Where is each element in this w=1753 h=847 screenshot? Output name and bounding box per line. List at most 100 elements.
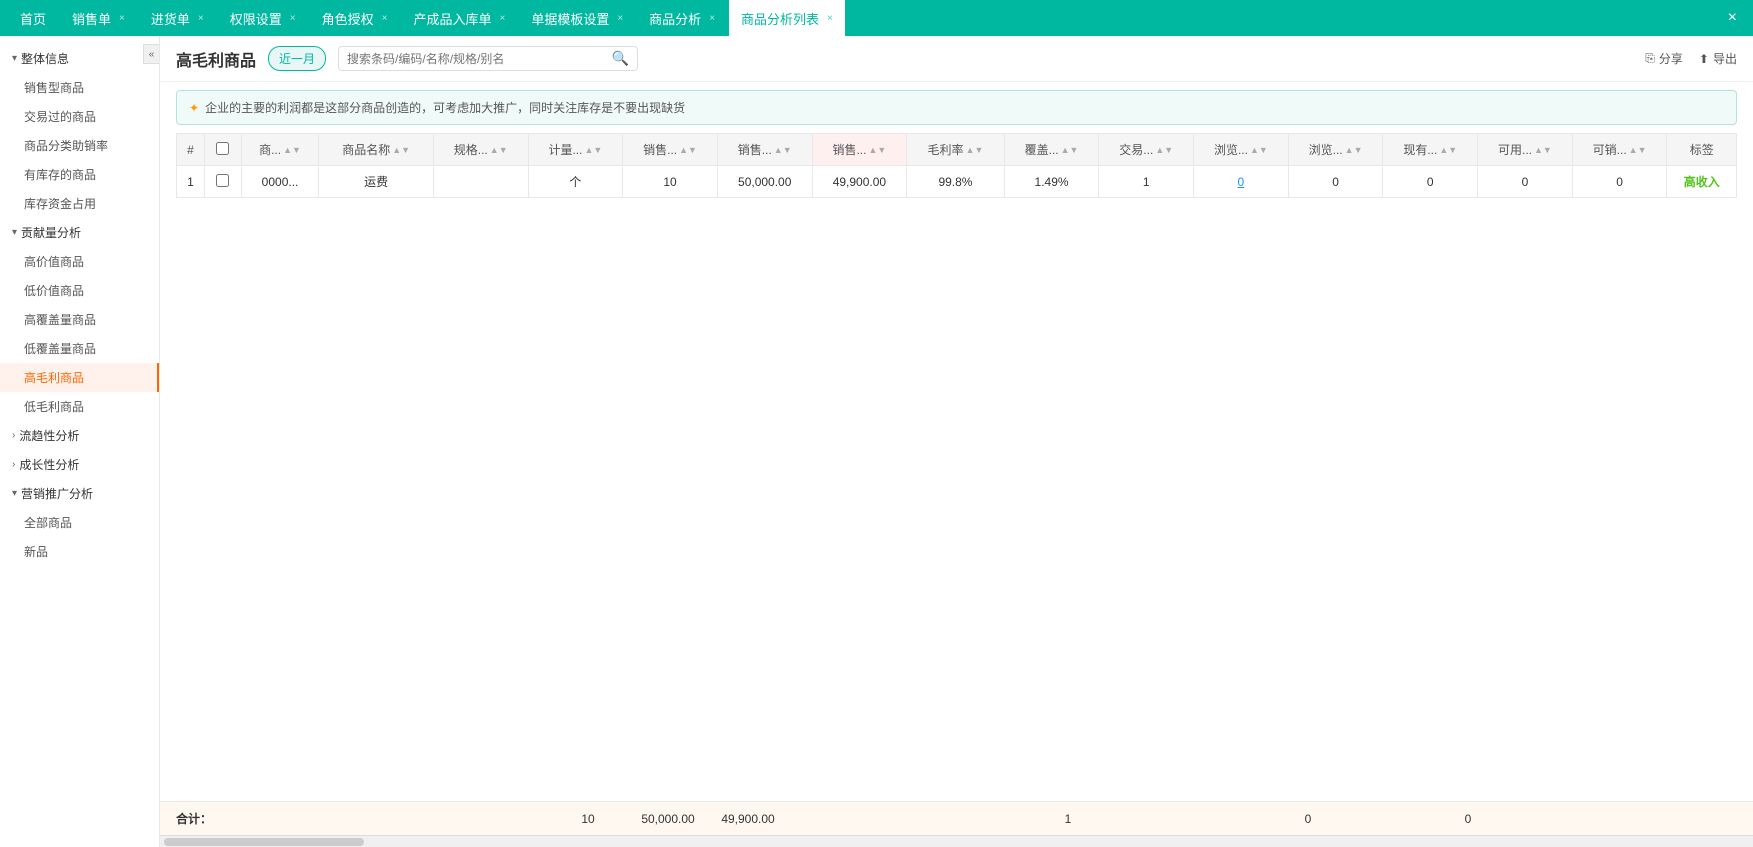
col-browse1-sort-icon: ▲▼ (1250, 145, 1268, 155)
nav-roles[interactable]: 角色授权 × (310, 0, 400, 36)
share-icon: ⎘ (1645, 51, 1655, 66)
filter-recent-month-button[interactable]: 近一月 (268, 46, 326, 71)
nav-product-analysis-close[interactable]: × (709, 13, 715, 24)
col-sales-profit[interactable]: 销售... ▲▼ (812, 134, 907, 166)
export-icon: ⬆ (1699, 52, 1709, 66)
sidebar-group-overall[interactable]: ▾ 整体信息 (0, 44, 159, 73)
col-sales-qty[interactable]: 销售... ▲▼ (623, 134, 718, 166)
sidebar-item-low-coverage[interactable]: 低覆盖量商品 (0, 334, 159, 363)
sidebar-item-low-value[interactable]: 低价值商品 (0, 276, 159, 305)
sidebar-item-high-margin[interactable]: 高毛利商品 (0, 363, 159, 392)
browse1-link[interactable]: 0 (1238, 175, 1245, 189)
window-close-button[interactable]: × (1720, 9, 1745, 27)
sidebar-item-high-coverage[interactable]: 高覆盖量商品 (0, 305, 159, 334)
col-browse1[interactable]: 浏览... ▲▼ (1194, 134, 1289, 166)
table-row: 1 0000... 运费 个 10 50,000.00 49,900.00 99… (177, 166, 1737, 198)
col-sellable-stock-sort-icon: ▲▼ (1629, 145, 1647, 155)
col-available-stock[interactable]: 可用... ▲▼ (1478, 134, 1573, 166)
col-transactions[interactable]: 交易... ▲▼ (1099, 134, 1194, 166)
row-sales-amount: 50,000.00 (717, 166, 812, 198)
col-sales-amount-sort-icon: ▲▼ (774, 145, 792, 155)
search-box: 🔍 (338, 46, 638, 71)
sidebar-item-in-stock[interactable]: 有库存的商品 (0, 160, 159, 189)
footer-blank1 (788, 812, 868, 826)
sidebar-group-marketing[interactable]: ▾ 营销推广分析 (0, 479, 159, 508)
sidebar-item-category-rate[interactable]: 商品分类助销率 (0, 131, 159, 160)
nav-stock-in[interactable]: 产成品入库单 × (401, 0, 517, 36)
nav-analysis-list-close[interactable]: × (827, 13, 833, 24)
sidebar-group-overall-arrow: ▾ (12, 53, 17, 64)
col-unit[interactable]: 计量... ▲▼ (528, 134, 623, 166)
nav-roles-close[interactable]: × (382, 13, 388, 24)
search-icon[interactable]: 🔍 (612, 50, 629, 67)
footer-blank3 (1108, 812, 1188, 826)
footer-current-stock: 0 (1268, 812, 1348, 826)
col-sales-amount[interactable]: 销售... ▲▼ (717, 134, 812, 166)
sidebar-group-growth-arrow: › (12, 459, 15, 470)
row-code: 0000... (241, 166, 319, 198)
nav-home[interactable]: 首页 (8, 0, 58, 36)
nav-sales-close[interactable]: × (119, 13, 125, 24)
col-code-sort-icon: ▲▼ (283, 145, 301, 155)
footer-transactions: 1 (1028, 812, 1108, 826)
row-index: 1 (177, 166, 205, 198)
info-icon: ✦ (189, 101, 199, 115)
sidebar-collapse-button[interactable]: « (143, 44, 159, 64)
col-name-sort-icon: ▲▼ (392, 145, 410, 155)
row-browse1[interactable]: 0 (1194, 166, 1289, 198)
col-spec[interactable]: 规格... ▲▼ (433, 134, 528, 166)
footer-sales-amount: 50,000.00 (628, 812, 708, 826)
col-gross-rate-sort-icon: ▲▼ (966, 145, 984, 155)
row-transactions: 1 (1099, 166, 1194, 198)
col-current-stock[interactable]: 现有... ▲▼ (1383, 134, 1478, 166)
scrollbar-thumb[interactable] (164, 838, 364, 846)
col-available-stock-sort-icon: ▲▼ (1534, 145, 1552, 155)
nav-purchase-close[interactable]: × (198, 13, 204, 24)
sidebar-group-growth[interactable]: › 成长性分析 (0, 450, 159, 479)
sidebar-item-traded-goods[interactable]: 交易过的商品 (0, 102, 159, 131)
nav-permissions-close[interactable]: × (290, 13, 296, 24)
col-code[interactable]: 商... ▲▼ (241, 134, 319, 166)
nav-product-analysis[interactable]: 商品分析 × (637, 0, 727, 36)
sidebar-item-stock-capital[interactable]: 库存资金占用 (0, 189, 159, 218)
sidebar-item-all-goods[interactable]: 全部商品 (0, 508, 159, 537)
col-name[interactable]: 商品名称 ▲▼ (319, 134, 434, 166)
col-transactions-sort-icon: ▲▼ (1155, 145, 1173, 155)
row-spec (433, 166, 528, 198)
share-button[interactable]: ⎘ 分享 (1645, 50, 1683, 67)
col-tag: 标签 (1667, 134, 1737, 166)
search-input[interactable] (347, 52, 608, 66)
sidebar-item-new-goods[interactable]: 新品 (0, 537, 159, 566)
nav-template[interactable]: 单据模板设置 × (519, 0, 635, 36)
nav-template-close[interactable]: × (617, 13, 623, 24)
export-button[interactable]: ⬆ 导出 (1699, 50, 1737, 67)
sidebar-item-high-value[interactable]: 高价值商品 (0, 247, 159, 276)
row-available-stock: 0 (1478, 166, 1573, 198)
sidebar-group-trend[interactable]: › 流趋性分析 (0, 421, 159, 450)
sidebar-group-marketing-arrow: ▾ (12, 488, 17, 499)
sidebar-item-low-margin[interactable]: 低毛利商品 (0, 392, 159, 421)
sidebar-group-contribution[interactable]: ▾ 贡献量分析 (0, 218, 159, 247)
row-checkbox-cell (204, 166, 241, 198)
select-all-checkbox[interactable] (216, 142, 229, 155)
nav-analysis-list[interactable]: 商品分析列表 × (729, 0, 845, 36)
col-coverage[interactable]: 覆盖... ▲▼ (1004, 134, 1099, 166)
footer-blank5 (1348, 812, 1428, 826)
nav-sales[interactable]: 销售单 × (60, 0, 137, 36)
col-sales-qty-sort-icon: ▲▼ (679, 145, 697, 155)
col-sellable-stock[interactable]: 可销... ▲▼ (1572, 134, 1667, 166)
info-banner: ✦ 企业的主要的利润都是这部分商品创造的，可考虑加大推广，同时关注库存是不要出现… (176, 90, 1737, 125)
row-sales-profit: 49,900.00 (812, 166, 907, 198)
nav-permissions[interactable]: 权限设置 × (218, 0, 308, 36)
row-name: 运费 (319, 166, 434, 198)
sidebar-group-trend-arrow: › (12, 430, 15, 441)
nav-stock-in-close[interactable]: × (499, 13, 505, 24)
sidebar-item-sales-goods[interactable]: 销售型商品 (0, 73, 159, 102)
col-browse2[interactable]: 浏览... ▲▼ (1288, 134, 1383, 166)
col-gross-rate[interactable]: 毛利率 ▲▼ (907, 134, 1005, 166)
row-checkbox[interactable] (216, 174, 229, 187)
nav-purchase[interactable]: 进货单 × (139, 0, 216, 36)
product-table: # 商... ▲▼ 商品名称 (176, 133, 1737, 198)
horizontal-scrollbar[interactable] (160, 835, 1753, 847)
top-navigation: 首页 销售单 × 进货单 × 权限设置 × 角色授权 × 产成品入库单 × 单据… (0, 0, 1753, 36)
